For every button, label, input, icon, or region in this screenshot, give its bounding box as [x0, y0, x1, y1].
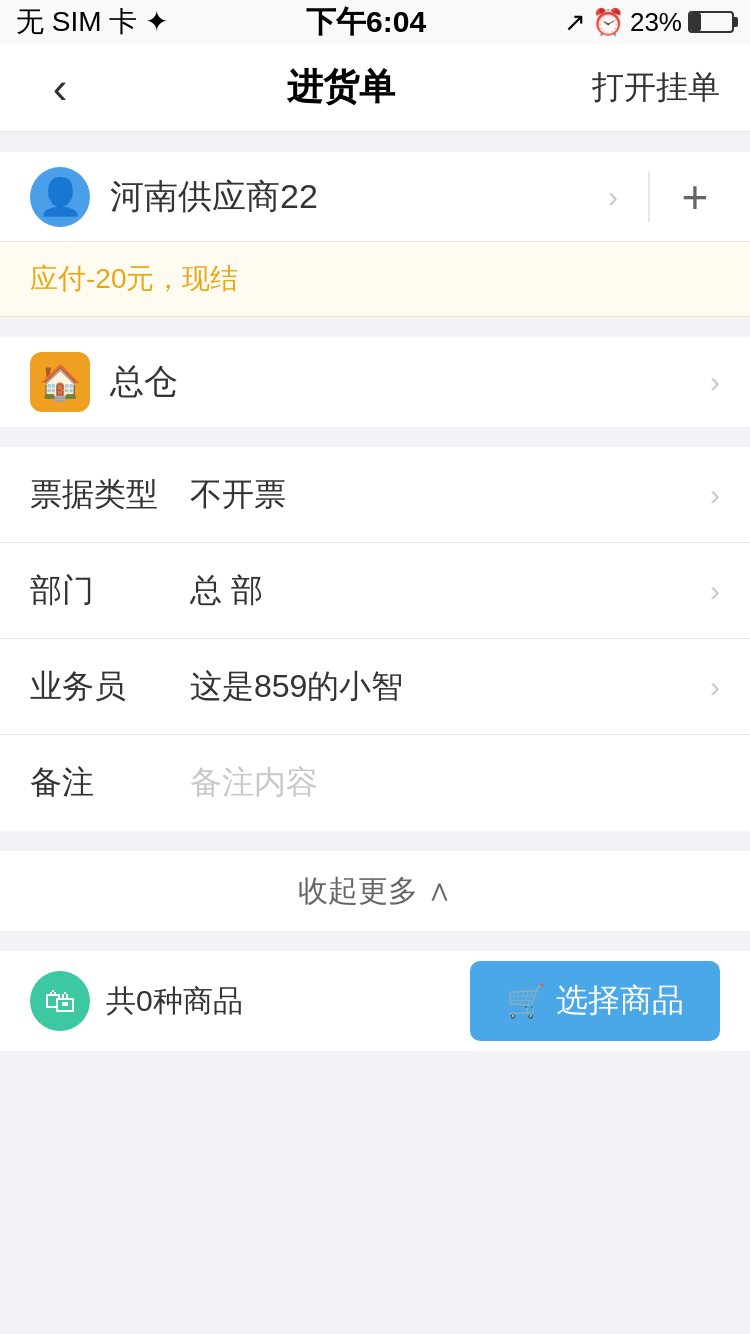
- select-products-label: 选择商品: [556, 979, 684, 1023]
- select-products-icon: 🛒: [506, 982, 546, 1020]
- invoice-value: 不开票: [190, 473, 710, 517]
- battery-icon: [688, 11, 734, 33]
- note-row[interactable]: 备注 备注内容: [0, 735, 750, 831]
- note-label: 备注: [30, 761, 190, 805]
- status-bar: 无 SIM 卡 ✦ 下午6:04 ↗ ⏰ 23%: [0, 0, 750, 44]
- nav-bar: ‹ 进货单 打开挂单: [0, 44, 750, 132]
- notice-text: 应付-20元，现结: [30, 263, 238, 294]
- warehouse-chevron-icon: ›: [710, 365, 720, 399]
- bottom-bar: 🛍 共0种商品 🛒 选择商品: [0, 951, 750, 1051]
- house-icon: 🏠: [39, 362, 81, 402]
- sim-text: 无 SIM 卡 ✦: [16, 3, 168, 41]
- bag-icon: 🛍: [44, 983, 76, 1020]
- product-icon: 🛍: [30, 971, 90, 1031]
- collapse-button[interactable]: 收起更多 ∧: [0, 851, 750, 931]
- supplier-name: 河南供应商22: [110, 174, 608, 220]
- sales-value: 这是859的小智: [190, 665, 710, 709]
- battery-text: 23%: [630, 7, 682, 38]
- content-area: 👤 河南供应商22 › + 应付-20元，现结 🏠 总仓 › 票据类型 不开票 …: [0, 152, 750, 1334]
- select-products-button[interactable]: 🛒 选择商品: [470, 961, 720, 1041]
- supplier-card: 👤 河南供应商22 › + 应付-20元，现结: [0, 152, 750, 317]
- person-icon: 👤: [38, 176, 83, 218]
- product-count-left: 🛍 共0种商品: [30, 971, 243, 1031]
- product-count-text: 共0种商品: [106, 981, 243, 1022]
- status-time: 下午6:04: [306, 2, 426, 43]
- form-card: 票据类型 不开票 › 部门 总 部 › 业务员 这是859的小智 › 备注 备注…: [0, 447, 750, 831]
- supplier-row[interactable]: 👤 河南供应商22 › +: [0, 152, 750, 242]
- warehouse-row[interactable]: 🏠 总仓 ›: [0, 337, 750, 427]
- dept-chevron-icon: ›: [710, 574, 720, 608]
- note-input[interactable]: 备注内容: [190, 761, 720, 805]
- invoice-label: 票据类型: [30, 473, 190, 517]
- page-title: 进货单: [287, 63, 395, 112]
- supplier-divider: [648, 172, 650, 222]
- dept-label: 部门: [30, 569, 190, 613]
- sales-row[interactable]: 业务员 这是859的小智 ›: [0, 639, 750, 735]
- supplier-avatar: 👤: [30, 167, 90, 227]
- status-right: ↗ ⏰ 23%: [564, 7, 734, 38]
- warehouse-icon: 🏠: [30, 352, 90, 412]
- notice-banner: 应付-20元，现结: [0, 242, 750, 317]
- sales-chevron-icon: ›: [710, 670, 720, 704]
- invoice-row[interactable]: 票据类型 不开票 ›: [0, 447, 750, 543]
- collapse-label: 收起更多 ∧: [298, 871, 451, 912]
- supplier-chevron-icon: ›: [608, 180, 618, 214]
- invoice-chevron-icon: ›: [710, 478, 720, 512]
- dept-row[interactable]: 部门 总 部 ›: [0, 543, 750, 639]
- back-button[interactable]: ‹: [30, 63, 90, 113]
- sales-label: 业务员: [30, 665, 190, 709]
- status-left: 无 SIM 卡 ✦: [16, 3, 168, 41]
- empty-area: [0, 1051, 750, 1334]
- warehouse-card[interactable]: 🏠 总仓 ›: [0, 337, 750, 427]
- location-icon: ↗: [564, 7, 586, 38]
- warehouse-name: 总仓: [110, 359, 710, 405]
- dept-value: 总 部: [190, 569, 710, 613]
- open-pending-button[interactable]: 打开挂单: [592, 66, 720, 110]
- alarm-icon: ⏰: [592, 7, 624, 38]
- add-button[interactable]: +: [670, 170, 720, 224]
